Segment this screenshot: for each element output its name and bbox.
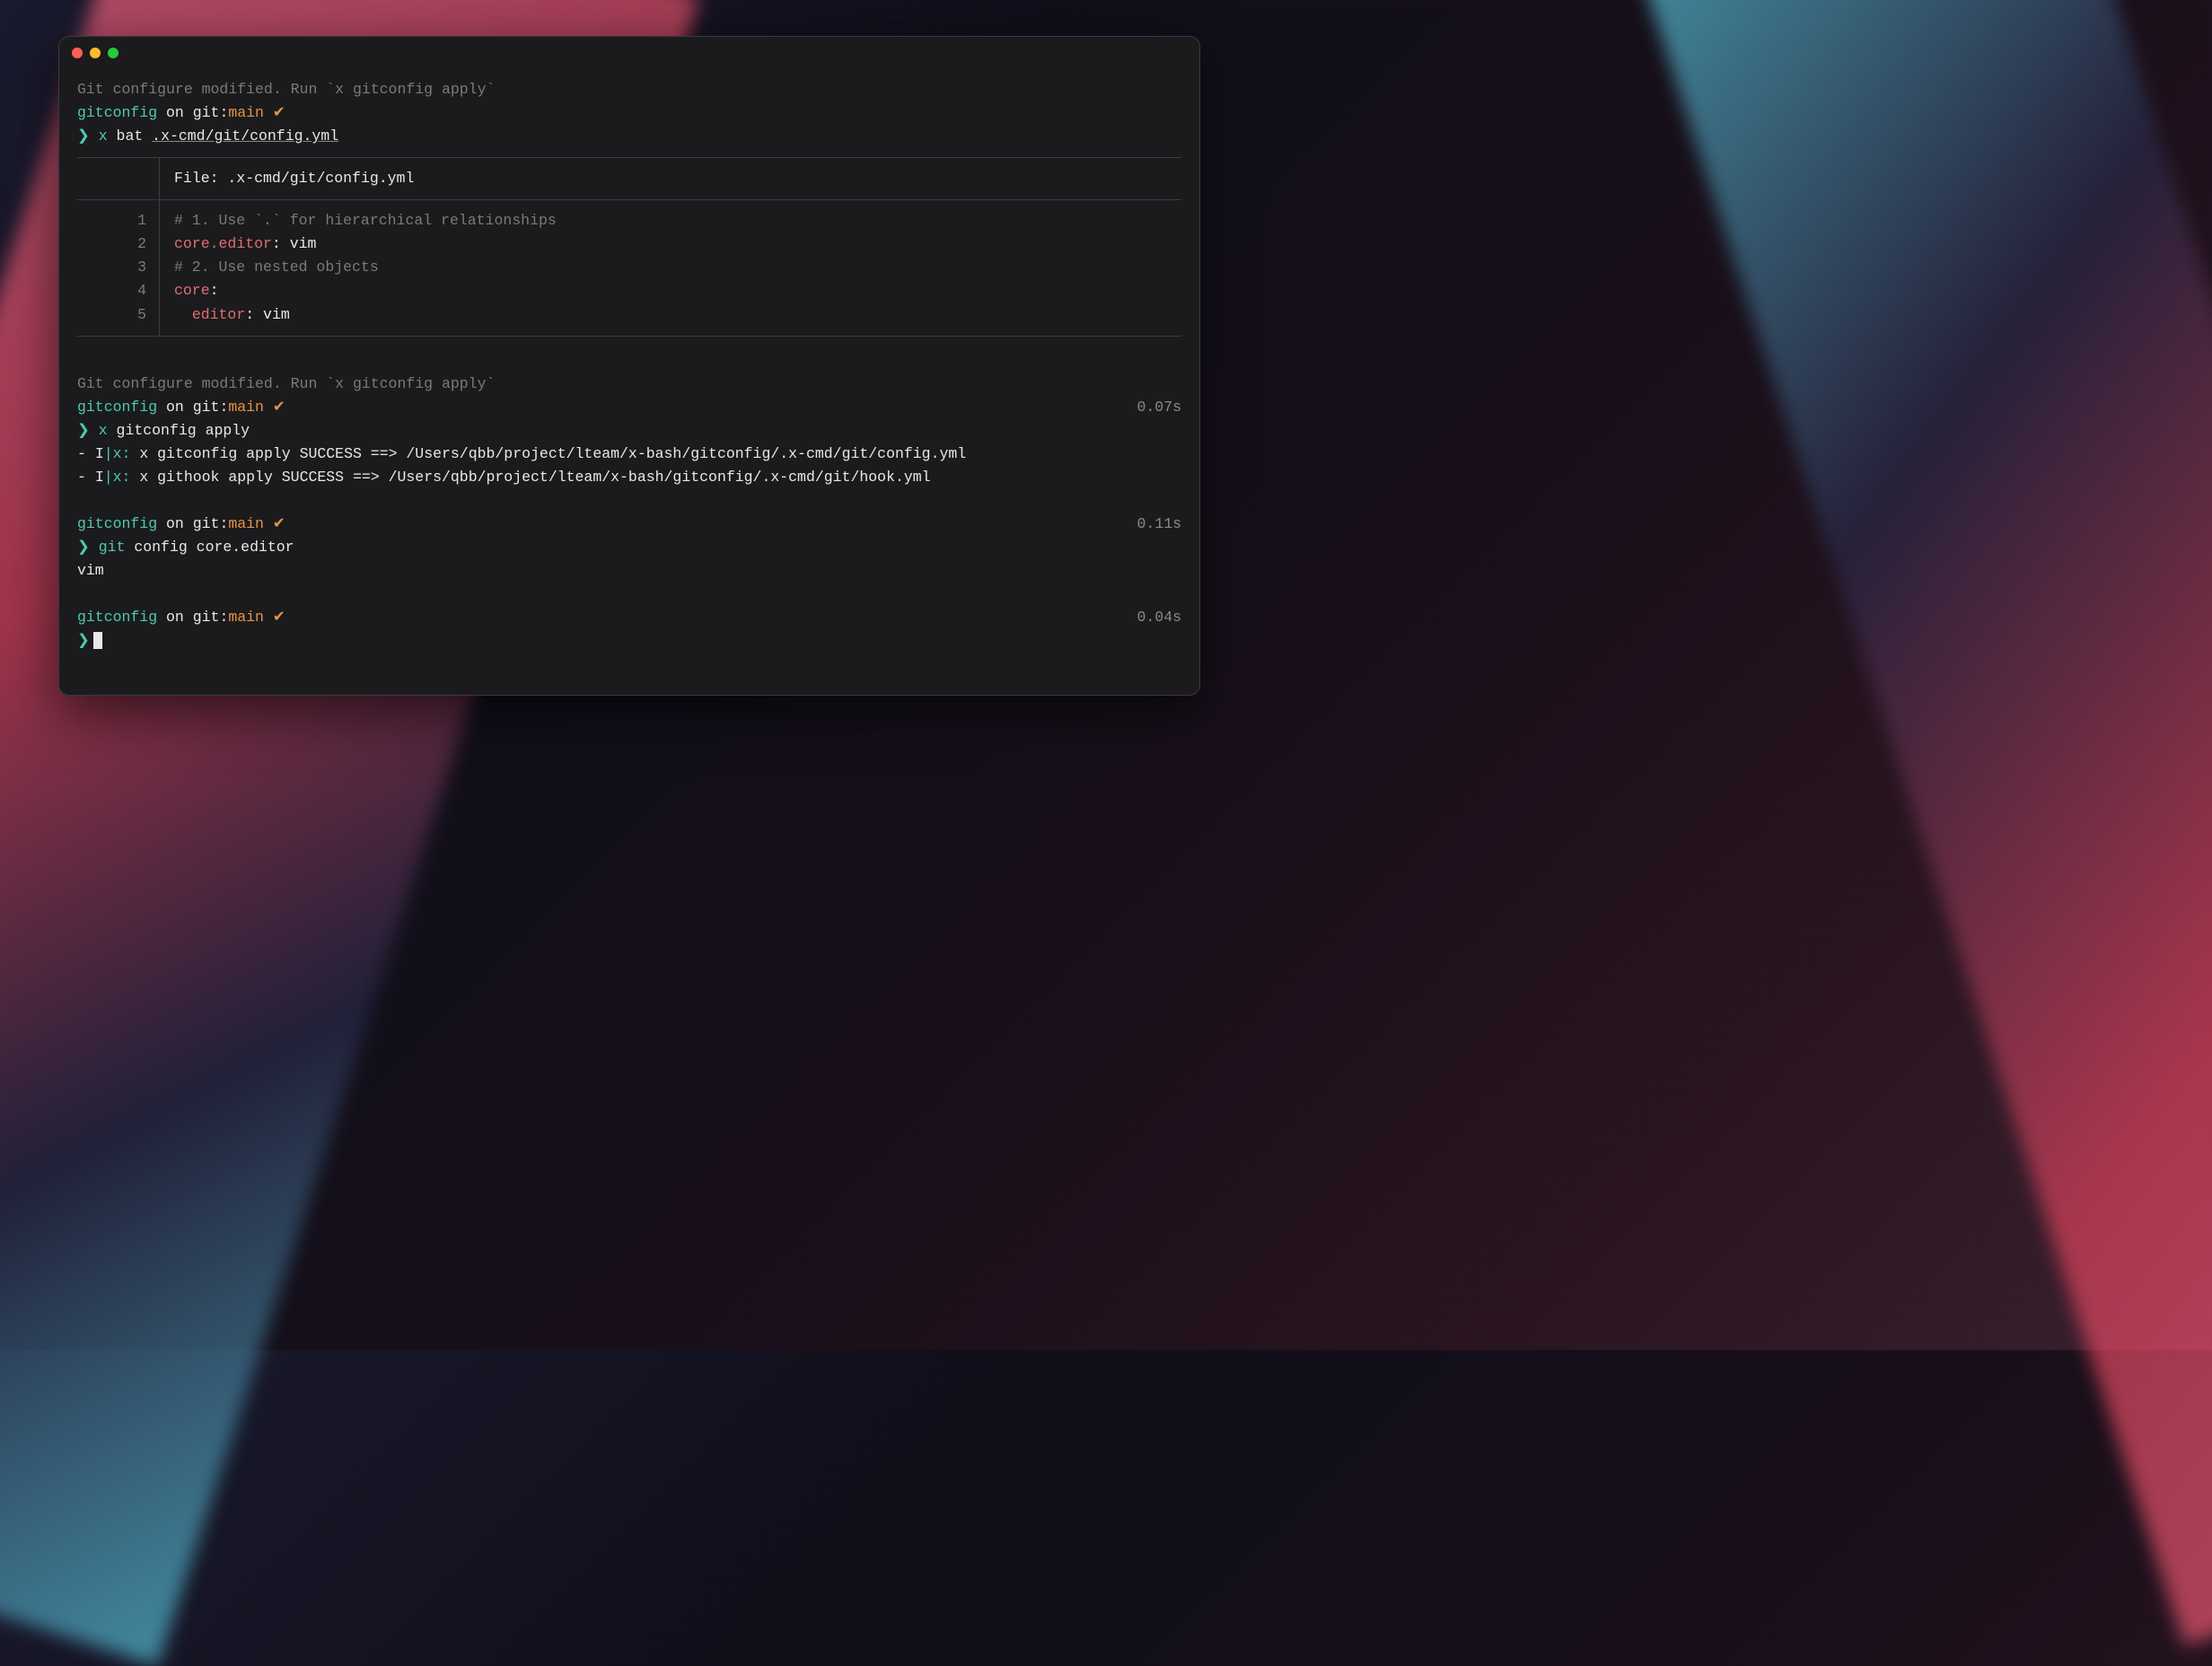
prompt-git: git: xyxy=(193,609,229,626)
apply-output-line: - I|x: x gitconfig apply SUCCESS ==> /Us… xyxy=(59,443,1199,466)
traffic-lights xyxy=(72,48,118,58)
line-number: 1 xyxy=(137,209,146,232)
log-message: x gitconfig apply SUCCESS ==> /Users/qbb… xyxy=(130,445,966,462)
dash: - xyxy=(77,445,95,462)
code-line: core: xyxy=(174,279,1167,303)
minimize-icon[interactable] xyxy=(90,48,101,58)
cmd-prog: x xyxy=(99,127,108,145)
status-message: Git configure modified. Run `x gitconfig… xyxy=(59,78,1199,101)
bat-file-label: File: .x-cmd/git/config.yml xyxy=(160,158,1181,199)
prompt-dir: gitconfig xyxy=(77,104,157,121)
prompt-symbol: ❯ xyxy=(77,127,90,145)
line-number: 4 xyxy=(137,279,146,303)
log-level: I xyxy=(95,469,104,486)
prompt-git: git: xyxy=(193,515,229,532)
prompt-line: gitconfig on git:main ✔ 0.07s xyxy=(59,396,1199,419)
cursor-icon xyxy=(93,632,102,650)
line-number: 5 xyxy=(137,303,146,327)
line-number: 3 xyxy=(137,256,146,279)
prompt-symbol: ❯ xyxy=(77,539,90,556)
prompt-on: on xyxy=(157,104,193,121)
prompt-git: git: xyxy=(193,399,229,416)
command-line-2: ❯ x gitconfig apply xyxy=(59,419,1199,443)
check-icon: ✔ xyxy=(273,399,285,416)
bat-output: File: .x-cmd/git/config.yml 1 2 3 4 5 # … xyxy=(77,157,1181,336)
prompt-on: on xyxy=(157,609,193,626)
command-line-1: ❯ x bat .x-cmd/git/config.yml xyxy=(59,125,1199,148)
prompt-branch: main xyxy=(228,515,264,532)
log-source: x: xyxy=(113,445,131,462)
prompt-branch: main xyxy=(228,399,264,416)
prompt-dir: gitconfig xyxy=(77,609,157,626)
check-icon: ✔ xyxy=(273,515,285,532)
prompt-on: on xyxy=(157,515,193,532)
yaml-key: core.editor xyxy=(174,235,272,252)
apply-output-line: - I|x: x githook apply SUCCESS ==> /User… xyxy=(59,466,1199,489)
file-label-text: File: xyxy=(174,170,227,187)
cmd-sub: bat xyxy=(117,127,144,145)
dash: - xyxy=(77,469,95,486)
prompt-branch: main xyxy=(228,104,264,121)
maximize-icon[interactable] xyxy=(108,48,118,58)
command-output: vim xyxy=(59,559,1199,583)
command-line-3: ❯ git config core.editor xyxy=(59,536,1199,559)
titlebar xyxy=(59,37,1199,69)
terminal-window: Git configure modified. Run `x gitconfig… xyxy=(58,36,1200,696)
code-comment: # 2. Use nested objects xyxy=(174,256,1167,279)
yaml-colon: : xyxy=(210,282,219,299)
log-level: I xyxy=(95,445,104,462)
timing: 0.11s xyxy=(1137,513,1181,536)
prompt-branch: main xyxy=(228,609,264,626)
check-icon: ✔ xyxy=(273,104,285,121)
file-path-text: .x-cmd/git/config.yml xyxy=(227,170,414,187)
cmd-prog: x xyxy=(99,422,108,439)
cmd-arg: .x-cmd/git/config.yml xyxy=(152,127,338,145)
timing: 0.07s xyxy=(1137,396,1181,419)
yaml-colon: : xyxy=(272,235,290,252)
yaml-value: vim xyxy=(263,306,290,323)
log-message: x githook apply SUCCESS ==> /Users/qbb/p… xyxy=(130,469,930,486)
yaml-key: editor xyxy=(192,306,245,323)
timing: 0.04s xyxy=(1137,606,1181,629)
line-number: 2 xyxy=(137,232,146,256)
code-line: core.editor: vim xyxy=(174,232,1167,256)
cmd-arg: apply xyxy=(206,422,250,439)
bat-code: 1 2 3 4 5 # 1. Use `.` for hierarchical … xyxy=(77,200,1181,336)
terminal-output[interactable]: Git configure modified. Run `x gitconfig… xyxy=(59,69,1199,671)
log-source: x: xyxy=(113,469,131,486)
prompt-dir: gitconfig xyxy=(77,399,157,416)
command-input[interactable]: ❯ xyxy=(59,629,1199,653)
cmd-prog: git xyxy=(99,539,126,556)
prompt-line: gitconfig on git:main ✔ 0.11s xyxy=(59,513,1199,536)
prompt-symbol: ❯ xyxy=(77,632,90,649)
prompt-dir: gitconfig xyxy=(77,515,157,532)
yaml-key: core xyxy=(174,282,210,299)
bat-header: File: .x-cmd/git/config.yml xyxy=(77,158,1181,200)
cmd-sub: gitconfig xyxy=(117,422,197,439)
close-icon[interactable] xyxy=(72,48,83,58)
prompt-git: git: xyxy=(193,104,229,121)
prompt-symbol: ❯ xyxy=(77,422,90,439)
prompt-line: gitconfig on git:main ✔ xyxy=(59,101,1199,125)
code-comment: # 1. Use `.` for hierarchical relationsh… xyxy=(174,209,1167,232)
bat-gutter xyxy=(77,158,160,199)
line-number-gutter: 1 2 3 4 5 xyxy=(77,200,160,335)
pipe-icon: | xyxy=(104,469,113,486)
prompt-line: gitconfig on git:main ✔ 0.04s xyxy=(59,606,1199,629)
cmd-args: config core.editor xyxy=(125,539,294,556)
check-icon: ✔ xyxy=(273,609,285,626)
prompt-on: on xyxy=(157,399,193,416)
code-line: editor: vim xyxy=(174,303,1167,327)
code-body: # 1. Use `.` for hierarchical relationsh… xyxy=(160,200,1181,335)
indent xyxy=(174,306,192,323)
yaml-colon: : xyxy=(245,306,263,323)
status-message: Git configure modified. Run `x gitconfig… xyxy=(59,373,1199,396)
pipe-icon: | xyxy=(104,445,113,462)
yaml-value: vim xyxy=(290,235,317,252)
